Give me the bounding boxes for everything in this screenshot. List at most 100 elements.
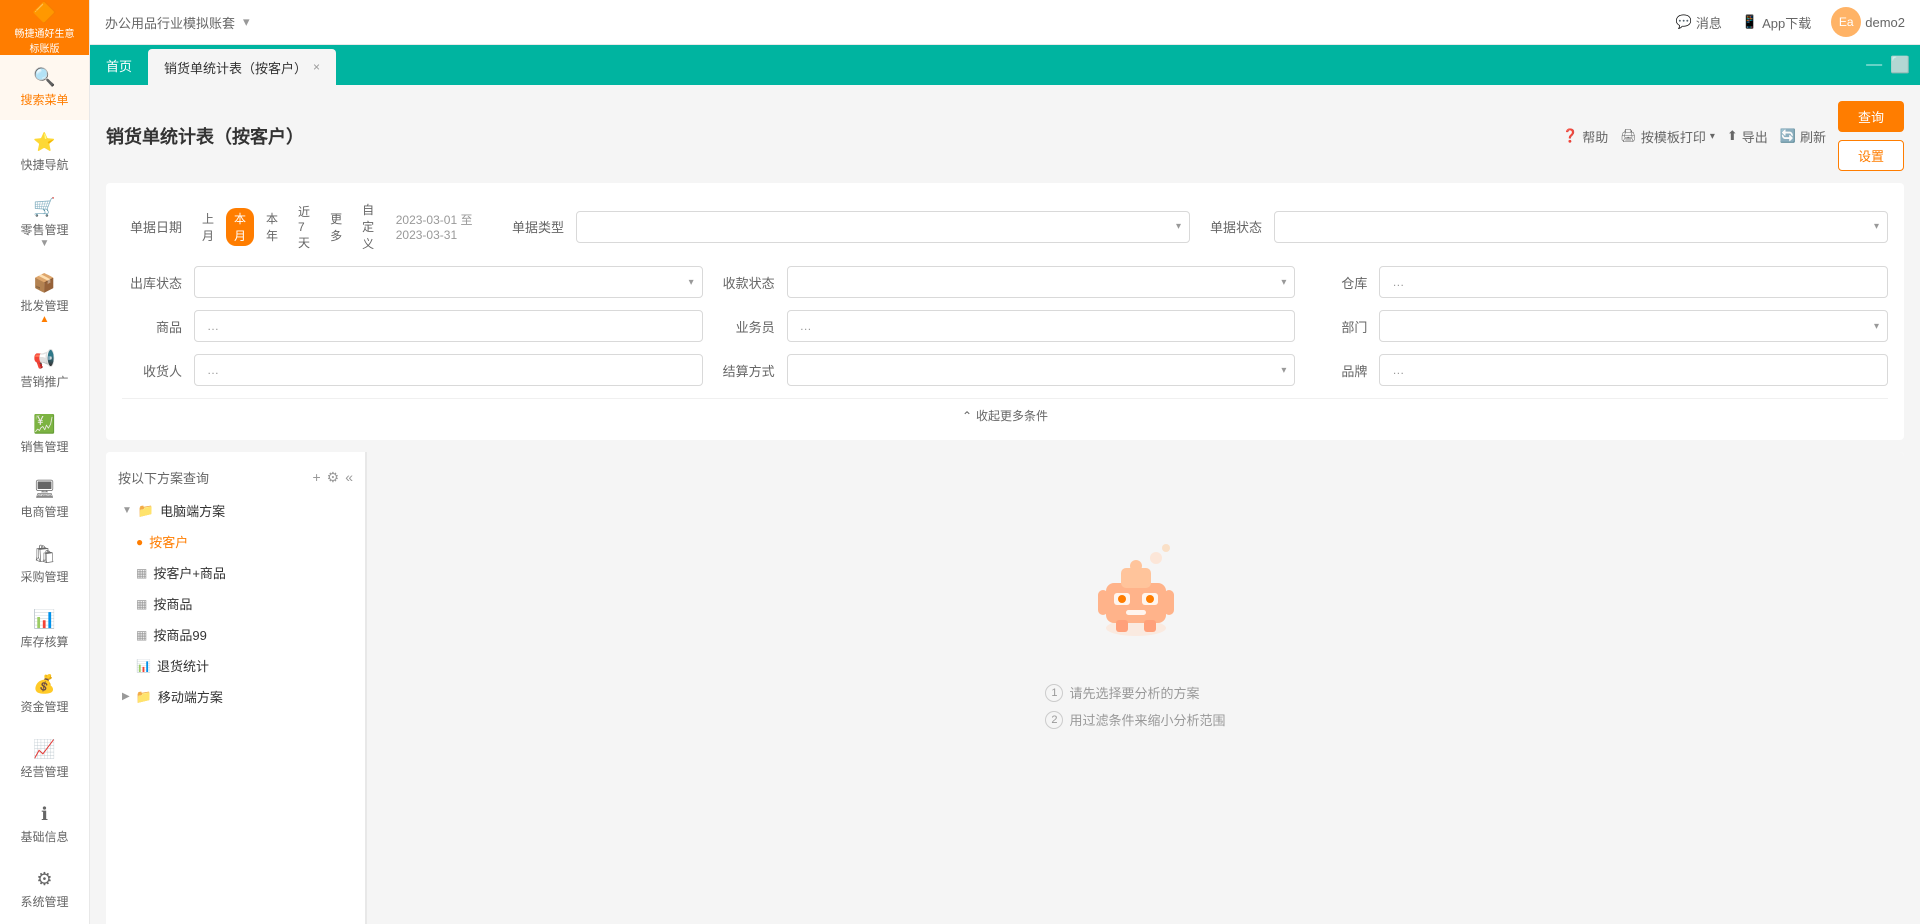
sidebar-item-finance[interactable]: 💰 资金管理 — [0, 662, 90, 727]
logo-text: 畅捷通好生意 — [15, 25, 75, 40]
query-btn-group: 查询 设置 — [1838, 101, 1904, 171]
shortcut-this-month[interactable]: 本月 — [226, 208, 254, 246]
tab-active[interactable]: 销货单统计表（按客户） × — [148, 49, 336, 85]
folder-label: 电脑端方案 — [160, 501, 225, 520]
help-btn[interactable]: ❓ 帮助 — [1562, 127, 1608, 146]
help-label: 帮助 — [1582, 127, 1608, 146]
collapse-panel-btn[interactable]: « — [345, 469, 353, 486]
minimize-btn[interactable]: — — [1866, 56, 1882, 74]
sidebar-item-purchase[interactable]: 🛍 采购管理 — [0, 532, 90, 597]
template-print-btn[interactable]: 🖨 按模板打印 ▾ — [1620, 127, 1715, 146]
warehouse-select[interactable]: … — [1379, 266, 1888, 298]
chevron-down-icon: ▼ — [40, 238, 50, 249]
receiver-select[interactable]: … — [194, 354, 703, 386]
sidebar-item-label: 资金管理 — [20, 698, 68, 715]
query-btn[interactable]: 查询 — [1838, 101, 1904, 132]
filter-row-receiver: 收货人 … 结算方式 ▾ 品牌 … — [122, 354, 1888, 386]
date-range: 2023-03-01 至 2023-03-31 — [396, 211, 492, 242]
doc-status-select[interactable]: ▾ — [1274, 211, 1888, 243]
chevron-right-icon: ▶ — [122, 691, 130, 702]
sidebar-item-system[interactable]: ⚙ 系统管理 — [0, 857, 90, 922]
shortcut-last-month[interactable]: 上月 — [194, 208, 222, 246]
logo-subtext: 标账版 — [30, 40, 60, 55]
goods-more[interactable]: … — [203, 319, 223, 333]
hint-item-2: 2 用过滤条件来缩小分析范围 — [1045, 710, 1225, 729]
goods-select[interactable]: … — [194, 310, 703, 342]
refresh-icon: 🔄 — [1780, 128, 1796, 144]
goods-label: 商品 — [122, 317, 182, 336]
delivery-select[interactable]: ▾ — [194, 266, 703, 298]
sidebar-item-label: 经营管理 — [20, 763, 68, 780]
warehouse-more[interactable]: … — [1388, 275, 1408, 289]
maximize-btn[interactable]: ⬜ — [1890, 55, 1910, 75]
shortcut-custom[interactable]: 自定义 — [354, 199, 384, 254]
help-icon: ❓ — [1562, 128, 1578, 144]
collapse-btn[interactable]: ⌃ 收起更多条件 — [122, 398, 1888, 424]
tab-home[interactable]: 首页 — [90, 45, 148, 85]
main-content: 1 请先选择要分析的方案 2 用过滤条件来缩小分析范围 — [367, 452, 1904, 924]
doc-type-select[interactable]: ▾ — [576, 211, 1190, 243]
receiver-more[interactable]: … — [203, 363, 223, 377]
window-controls: — ⬜ — [1866, 55, 1920, 75]
tree-folder-desktop[interactable]: ▼ 📁 电脑端方案 — [106, 495, 365, 526]
user-menu[interactable]: Ea demo2 — [1831, 7, 1905, 37]
chevron-down-icon[interactable]: ▾ — [243, 14, 250, 30]
sidebar-item-basic[interactable]: ℹ 基础信息 — [0, 792, 90, 857]
tree-item-goods[interactable]: ▦ 按商品 — [106, 588, 365, 619]
shortcut-this-year[interactable]: 本年 — [258, 208, 286, 246]
folder-mobile-icon: 📁 — [136, 689, 152, 705]
add-scheme-btn[interactable]: + — [312, 469, 320, 486]
chevron-down-icon: ▾ — [1176, 221, 1181, 232]
dept-select[interactable]: ▾ — [1379, 310, 1888, 342]
payment-select[interactable]: ▾ — [787, 266, 1296, 298]
brand-more[interactable]: … — [1388, 363, 1408, 377]
purchase-icon: 🛍 — [33, 544, 56, 565]
date-shortcuts: 上月 本月 本年 近7天 更多 自定义 — [194, 199, 384, 254]
app-download-btn[interactable]: 📱 App下载 — [1742, 13, 1811, 32]
sidebar-item-ecommerce[interactable]: 🖥 电商管理 — [0, 467, 90, 532]
refresh-btn[interactable]: 🔄 刷新 — [1780, 127, 1826, 146]
print-icon: 🖨 — [1620, 128, 1637, 144]
salesperson-select[interactable]: … — [787, 310, 1296, 342]
sidebar-item-wholesale[interactable]: 📦 批发管理 ▲ — [0, 261, 90, 337]
tree-item-goods99[interactable]: ▦ 按商品99 — [106, 619, 365, 650]
scheme-settings-btn[interactable]: ⚙ — [327, 469, 340, 486]
sidebar-item-quick-nav[interactable]: ⭐ 快捷导航 — [0, 120, 90, 185]
sidebar-item-sales[interactable]: 💹 销售管理 — [0, 402, 90, 467]
export-btn[interactable]: ⬆ 导出 — [1727, 127, 1768, 146]
sidebar-item-retail[interactable]: 🛒 零售管理 ▼ — [0, 185, 90, 261]
filter-row-date: 单据日期 上月 本月 本年 近7天 更多 自定义 2023-03-01 至 20… — [122, 199, 1888, 254]
chevron-up-icon: ⌃ — [962, 409, 972, 423]
tree-item-customer-goods[interactable]: ▦ 按客户+商品 — [106, 557, 365, 588]
goods99-icon: ▦ — [136, 628, 147, 642]
shortcut-7days[interactable]: 近7天 — [290, 201, 318, 253]
system-icon: ⚙ — [36, 869, 52, 890]
basic-icon: ℹ — [41, 804, 48, 825]
shortcut-more[interactable]: 更多 — [322, 208, 350, 246]
sidebar-item-label: 快捷导航 — [20, 156, 68, 173]
salesperson-more[interactable]: … — [796, 319, 816, 333]
sidebar-item-inventory[interactable]: 📊 库存核算 — [0, 597, 90, 662]
inventory-icon: 📊 — [33, 609, 55, 630]
tree-item-return[interactable]: 📊 退货统计 — [106, 650, 365, 681]
date-group: 上月 本月 本年 近7天 更多 自定义 2023-03-01 至 2023-03… — [194, 199, 492, 254]
header-left: 办公用品行业模拟账套 ▾ — [105, 13, 250, 32]
tree-folder-mobile[interactable]: ▶ 📁 移动端方案 — [106, 681, 365, 712]
settings-btn[interactable]: 设置 — [1838, 140, 1904, 171]
sidebar-item-search[interactable]: 🔍 搜索菜单 — [0, 55, 90, 120]
message-btn[interactable]: 💬 消息 — [1676, 13, 1722, 32]
scheme-item-label: 按商品 — [153, 594, 192, 613]
filter-row-goods: 商品 … 业务员 … 部门 ▾ — [122, 310, 1888, 342]
tab-active-label: 销货单统计表（按客户） — [164, 58, 307, 77]
brand-select[interactable]: … — [1379, 354, 1888, 386]
finance-icon: 💰 — [33, 674, 55, 695]
tree-item-by-customer[interactable]: ● 按客户 — [106, 526, 365, 557]
tab-close-btn[interactable]: × — [313, 60, 320, 74]
left-panel: 按以下方案查询 + ⚙ « ▼ 📁 电脑端方案 ● — [106, 452, 366, 924]
sidebar-item-marketing[interactable]: 📢 营销推广 — [0, 337, 90, 402]
sidebar-item-ops[interactable]: 📈 经营管理 — [0, 727, 90, 792]
sidebar-item-label: 采购管理 — [20, 568, 68, 585]
settlement-select[interactable]: ▾ — [787, 354, 1296, 386]
page-container: 销货单统计表（按客户） ❓ 帮助 🖨 按模板打印 ▾ ⬆ 导出 — [90, 85, 1920, 924]
wholesale-icon: 📦 — [33, 273, 55, 294]
